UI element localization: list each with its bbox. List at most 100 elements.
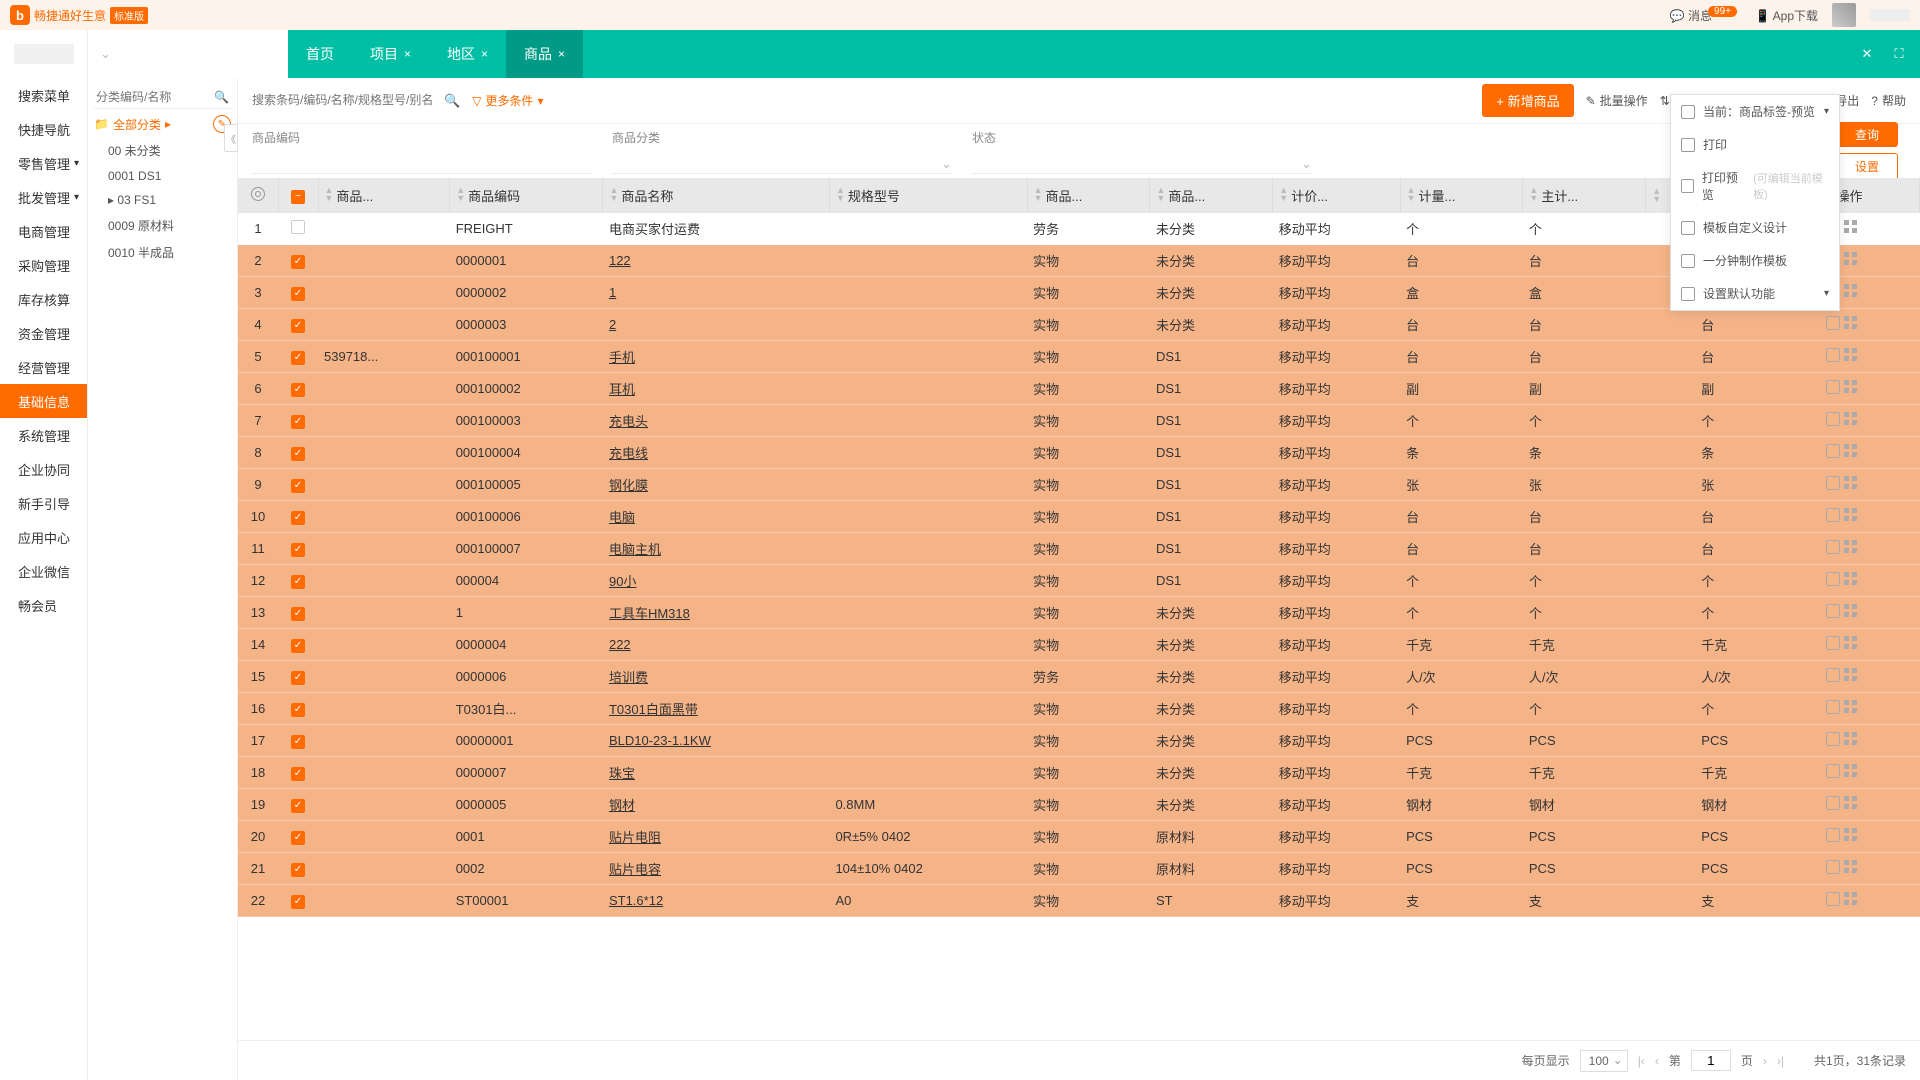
close-icon[interactable]: × [481, 47, 488, 61]
row-checkbox[interactable]: ✓ [291, 415, 305, 429]
sidebar-item-应用中心[interactable]: 应用中心 [0, 520, 87, 554]
table-wrapper[interactable]: −▲▼商品...▲▼商品编码▲▼商品名称▲▼规格型号▲▼商品...▲▼商品...… [238, 178, 1920, 1040]
table-row[interactable]: 22✓ST00001ST1.6*12A0实物ST移动平均支支支 [238, 885, 1920, 917]
row-checkbox[interactable]: ✓ [291, 351, 305, 365]
help-link[interactable]: ? 帮助 [1871, 92, 1906, 109]
table-row[interactable]: 20✓0001贴片电阻0R±5% 0402实物原材料移动平均PCSPCSPCS [238, 821, 1920, 853]
table-row[interactable]: 5✓539718...000100001手机实物DS1移动平均台台台 [238, 341, 1920, 373]
tree-node[interactable]: ▸ 03 FS1 [94, 188, 231, 212]
qr-icon[interactable] [1844, 732, 1858, 746]
popup-default-settings[interactable]: 设置默认功能▾ [1671, 277, 1839, 310]
table-row[interactable]: 2✓0000001122实物未分类移动平均台台台 [238, 245, 1920, 277]
qr-icon[interactable] [1844, 444, 1858, 458]
row-checkbox[interactable]: ✓ [291, 799, 305, 813]
col-header[interactable] [238, 178, 278, 213]
row-checkbox[interactable]: ✓ [291, 703, 305, 717]
sidebar-item-零售管理[interactable]: 零售管理▾ [0, 146, 87, 180]
popup-quick-template[interactable]: 一分钟制作模板 [1671, 244, 1839, 277]
col-header[interactable]: ▲▼规格型号 [829, 178, 1027, 213]
row-checkbox[interactable]: ✓ [291, 735, 305, 749]
row-checkbox[interactable] [291, 220, 305, 234]
table-row[interactable]: 14✓0000004222实物未分类移动平均千克千克千克 [238, 629, 1920, 661]
per-page-select[interactable]: 100 [1580, 1050, 1628, 1072]
sidebar-item-采购管理[interactable]: 采购管理 [0, 248, 87, 282]
edit-icon[interactable] [1826, 348, 1840, 362]
gear-icon[interactable] [251, 187, 265, 201]
qr-icon[interactable] [1844, 668, 1858, 682]
row-checkbox[interactable]: ✓ [291, 607, 305, 621]
table-row[interactable]: 10✓000100006电脑实物DS1移动平均台台台 [238, 501, 1920, 533]
sidebar-item-搜索菜单[interactable]: 搜索菜单 [0, 78, 87, 112]
tree-root[interactable]: 📁 全部分类▸ ✎ [94, 115, 231, 133]
add-product-button[interactable]: + 新增商品 [1482, 84, 1573, 117]
popup-print[interactable]: 打印 [1671, 128, 1839, 161]
page-input[interactable] [1691, 1050, 1731, 1071]
table-row[interactable]: 6✓000100002耳机实物DS1移动平均副副副 [238, 373, 1920, 405]
row-checkbox[interactable]: ✓ [291, 639, 305, 653]
edit-icon[interactable] [1826, 316, 1840, 330]
col-header[interactable]: ▲▼主计... [1523, 178, 1646, 213]
page-first-icon[interactable]: |‹ [1638, 1054, 1645, 1068]
table-row[interactable]: 11✓000100007电脑主机实物DS1移动平均台台台 [238, 533, 1920, 565]
messages-link[interactable]: 💬 消息99+ [1670, 7, 1741, 24]
edit-icon[interactable] [1826, 508, 1840, 522]
more-conditions-link[interactable]: ▽ 更多条件 ▾ [472, 92, 543, 109]
row-checkbox[interactable]: ✓ [291, 383, 305, 397]
qr-icon[interactable] [1844, 636, 1858, 650]
tree-node[interactable]: 0010 半成品 [94, 239, 231, 266]
edit-icon[interactable] [1826, 444, 1840, 458]
edit-icon[interactable] [1826, 380, 1840, 394]
qr-icon[interactable] [1844, 508, 1858, 522]
col-header[interactable]: ▲▼商品... [1150, 178, 1273, 213]
col-header[interactable]: − [278, 178, 318, 213]
app-download-link[interactable]: 📱 App下载 [1755, 7, 1818, 24]
edit-icon[interactable] [1826, 700, 1840, 714]
qr-icon[interactable] [1844, 892, 1858, 906]
qr-icon[interactable] [1844, 764, 1858, 778]
edit-icon[interactable] [1826, 668, 1840, 682]
qr-icon[interactable] [1844, 380, 1858, 394]
col-header[interactable]: ▲▼商品... [318, 178, 450, 213]
filter-product-category[interactable]: 商品分类⌄ [612, 129, 952, 174]
tab-首页[interactable]: 首页 [288, 30, 352, 78]
popup-current-template[interactable]: 当前：商品标签-预览▾ [1671, 95, 1839, 128]
col-header[interactable]: ▲▼计量... [1400, 178, 1523, 213]
company-selector[interactable]: ⌄ [88, 30, 288, 78]
tab-商品[interactable]: 商品× [506, 30, 583, 78]
table-row[interactable]: 12✓00000490小实物DS1移动平均个个个 [238, 565, 1920, 597]
close-icon[interactable]: × [404, 47, 411, 61]
edit-icon[interactable] [1826, 796, 1840, 810]
page-next-icon[interactable]: › [1763, 1054, 1767, 1068]
sidebar-item-电商管理[interactable]: 电商管理 [0, 214, 87, 248]
edit-icon[interactable] [1826, 604, 1840, 618]
tab-地区[interactable]: 地区× [429, 30, 506, 78]
tree-node[interactable]: 0001 DS1 [94, 164, 231, 188]
sidebar-item-批发管理[interactable]: 批发管理▾ [0, 180, 87, 214]
col-header[interactable]: ▲▼计价... [1273, 178, 1400, 213]
table-row[interactable]: 1FREIGHT电商买家付运费劳务未分类移动平均个个 [238, 213, 1920, 245]
edit-icon[interactable] [1826, 572, 1840, 586]
close-tab-icon[interactable]: ✕ [1856, 43, 1878, 65]
col-header[interactable]: ▲▼商品... [1027, 178, 1150, 213]
tree-search-input[interactable] [96, 90, 196, 104]
query-button[interactable]: 查询 [1836, 122, 1898, 147]
qr-icon[interactable] [1844, 252, 1858, 266]
batch-action-link[interactable]: ✎ 批量操作 [1586, 92, 1648, 109]
sidebar-item-资金管理[interactable]: 资金管理 [0, 316, 87, 350]
popup-print-preview[interactable]: 打印预览 (可编辑当前模板) [1671, 161, 1839, 211]
row-checkbox[interactable]: ✓ [291, 287, 305, 301]
qr-icon[interactable] [1844, 316, 1858, 330]
row-checkbox[interactable]: ✓ [291, 575, 305, 589]
table-row[interactable]: 16✓T0301白...T0301白面黑带实物未分类移动平均个个个 [238, 693, 1920, 725]
tab-项目[interactable]: 项目× [352, 30, 429, 78]
collapse-tree-icon[interactable]: 《 [224, 124, 238, 152]
qr-icon[interactable] [1844, 700, 1858, 714]
table-row[interactable]: 13✓1工具车HM318实物未分类移动平均个个个 [238, 597, 1920, 629]
table-row[interactable]: 19✓0000005钢材0.8MM实物未分类移动平均钢材钢材钢材 [238, 789, 1920, 821]
edit-icon[interactable] [1826, 540, 1840, 554]
col-header[interactable]: ▲▼商品编码 [450, 178, 603, 213]
row-checkbox[interactable]: ✓ [291, 895, 305, 909]
row-checkbox[interactable]: ✓ [291, 255, 305, 269]
edit-icon[interactable] [1826, 892, 1840, 906]
table-row[interactable]: 4✓00000032实物未分类移动平均台台台 [238, 309, 1920, 341]
